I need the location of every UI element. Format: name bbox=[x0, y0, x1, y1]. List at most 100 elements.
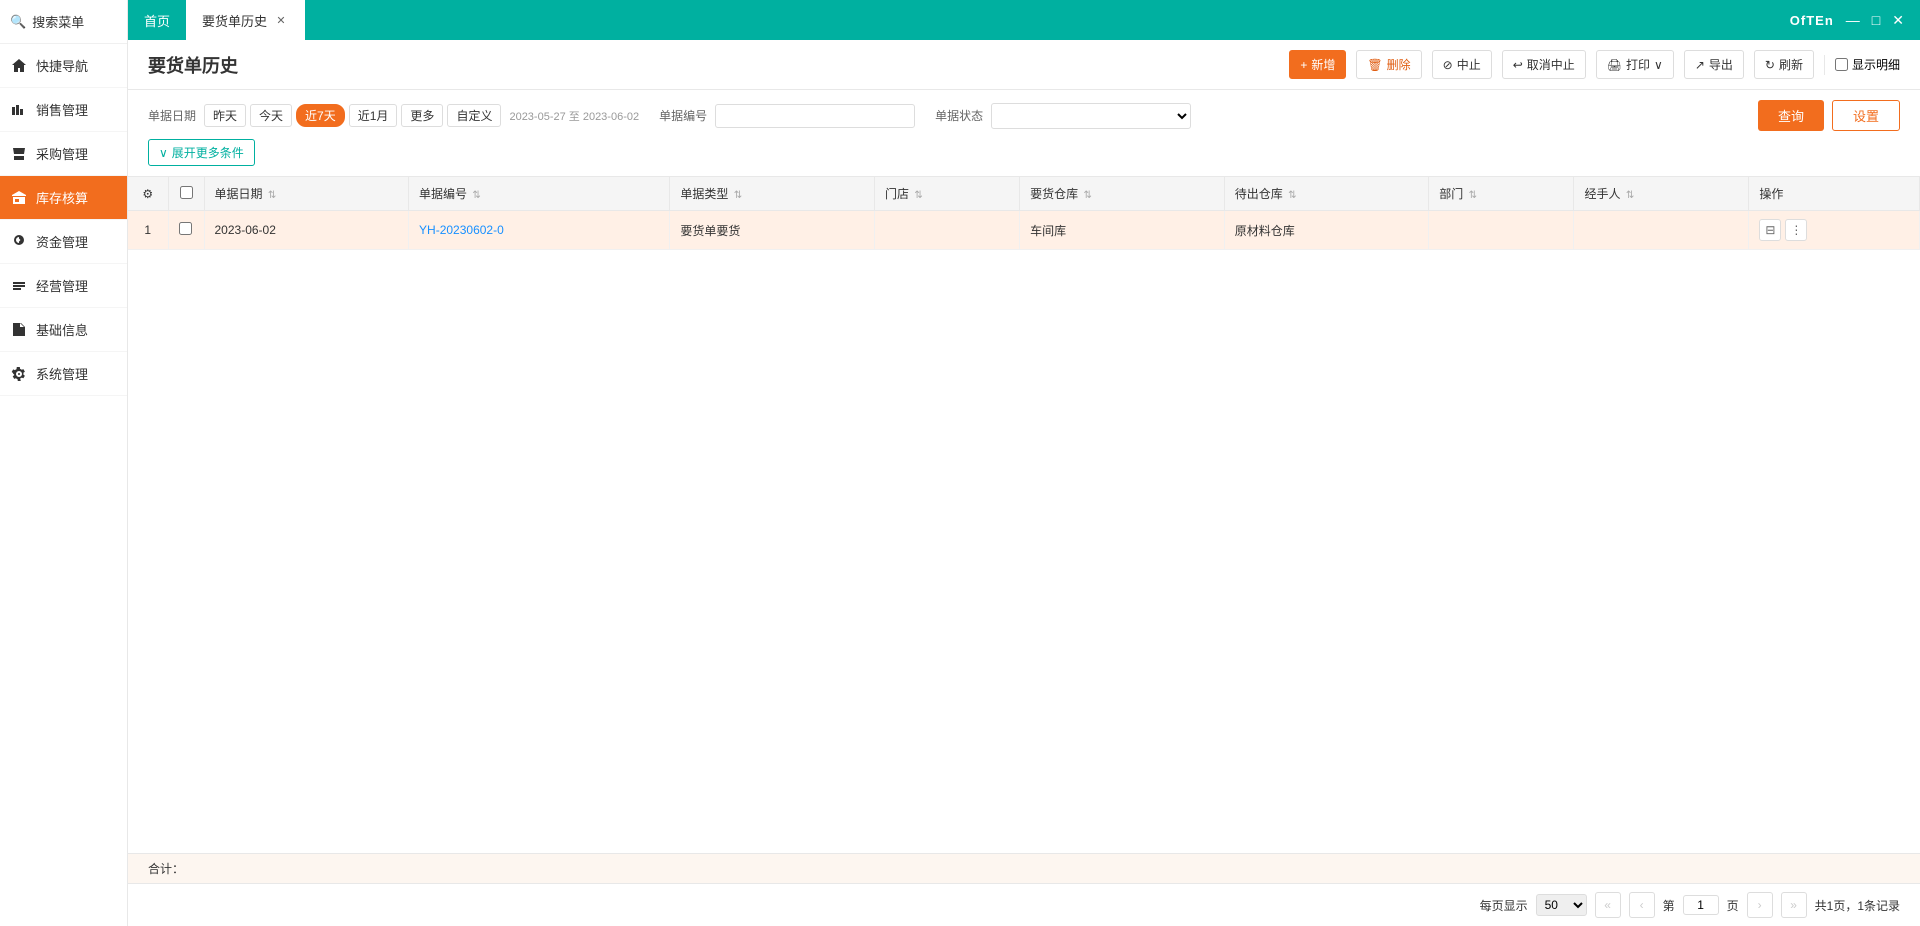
sidebar-item-quick-nav[interactable]: 快捷导航 bbox=[0, 44, 127, 88]
th-department[interactable]: 部门 ⇅ bbox=[1429, 177, 1574, 211]
new-button[interactable]: + 新增 bbox=[1289, 50, 1346, 79]
tab-home[interactable]: 首页 bbox=[128, 0, 186, 40]
topbar: 首页 要货单历史 ✕ OfTEn — □ ✕ bbox=[128, 0, 1920, 40]
refresh-label: 刷新 bbox=[1779, 56, 1803, 73]
sidebar-item-label: 库存核算 bbox=[36, 188, 88, 207]
plus-icon: + bbox=[1300, 58, 1307, 72]
delete-label: 删除 bbox=[1387, 56, 1411, 73]
export-icon: ↗ bbox=[1695, 58, 1705, 72]
page-number-input[interactable] bbox=[1683, 895, 1719, 915]
page-header: 要货单历史 + 新增 🗑 删除 ⊘ 中止 ↩ 取消中止 🖨 打印 ∨ bbox=[128, 40, 1920, 90]
more-action-button[interactable]: ⋮ bbox=[1785, 219, 1807, 241]
window-close-icon[interactable]: ✕ bbox=[1892, 12, 1904, 29]
row-handler bbox=[1574, 211, 1749, 250]
cancel-stop-button[interactable]: ↩ 取消中止 bbox=[1502, 50, 1586, 79]
row-pending-warehouse: 原材料仓库 bbox=[1224, 211, 1429, 250]
delete-button[interactable]: 🗑 删除 bbox=[1356, 50, 1421, 79]
date-filter-btns: 昨天 今天 近7天 近1月 更多 自定义 bbox=[204, 104, 501, 127]
th-req-warehouse-label: 要货仓库 bbox=[1030, 187, 1078, 201]
sidebar-item-label: 经营管理 bbox=[36, 276, 88, 295]
sort-handler-icon: ⇅ bbox=[1626, 190, 1634, 201]
date-filter-group: 单据日期 昨天 今天 近7天 近1月 更多 自定义 2023-05-27 至 2… bbox=[148, 104, 639, 127]
chevron-down-icon: ∨ bbox=[159, 146, 168, 160]
th-bill-type-label: 单据类型 bbox=[680, 187, 728, 201]
finance-icon bbox=[10, 233, 28, 251]
row-select-checkbox[interactable] bbox=[179, 222, 192, 235]
sidebar-search[interactable]: 🔍 搜索菜单 bbox=[0, 0, 127, 44]
page-size-select[interactable]: 10 20 50 100 bbox=[1536, 894, 1587, 916]
print-button[interactable]: 🖨 打印 ∨ bbox=[1596, 50, 1674, 79]
prev-page-button[interactable]: ‹ bbox=[1629, 892, 1655, 918]
settings-button[interactable]: 设置 bbox=[1832, 100, 1900, 131]
first-page-button[interactable]: « bbox=[1595, 892, 1621, 918]
next-page-button[interactable]: › bbox=[1747, 892, 1773, 918]
query-button[interactable]: 查询 bbox=[1758, 100, 1824, 131]
select-all-checkbox[interactable] bbox=[180, 186, 193, 199]
sidebar: 🔍 搜索菜单 快捷导航 销售管理 采购管理 库存核算 资金管理 经 bbox=[0, 0, 128, 926]
print-icon: 🖨 bbox=[1607, 58, 1622, 72]
tab-requisition-history[interactable]: 要货单历史 ✕ bbox=[186, 0, 305, 40]
th-handler[interactable]: 经手人 ⇅ bbox=[1574, 177, 1749, 211]
th-bill-type[interactable]: 单据类型 ⇅ bbox=[670, 177, 875, 211]
tab-home-label: 首页 bbox=[144, 11, 170, 30]
date-btn-7days[interactable]: 近7天 bbox=[296, 104, 345, 127]
column-settings-icon[interactable]: ⚙ bbox=[142, 187, 153, 201]
sidebar-item-operations[interactable]: 经营管理 bbox=[0, 264, 127, 308]
sidebar-item-inventory[interactable]: 库存核算 bbox=[0, 176, 127, 220]
filter-action-btns: 查询 设置 bbox=[1758, 100, 1900, 131]
data-table: ⚙ 单据日期 ⇅ 单据编号 ⇅ 单据类型 ⇅ bbox=[128, 177, 1920, 250]
th-store[interactable]: 门店 ⇅ bbox=[874, 177, 1019, 211]
date-btn-1month[interactable]: 近1月 bbox=[349, 104, 398, 127]
bill-no-link[interactable]: YH-20230602-0 bbox=[419, 223, 504, 237]
th-bill-no[interactable]: 单据编号 ⇅ bbox=[409, 177, 670, 211]
maximize-icon[interactable]: □ bbox=[1872, 12, 1880, 28]
date-btn-yesterday[interactable]: 昨天 bbox=[204, 104, 246, 127]
th-checkbox[interactable] bbox=[168, 177, 204, 211]
th-pending-warehouse[interactable]: 待出仓库 ⇅ bbox=[1224, 177, 1429, 211]
expand-conditions-button[interactable]: ∨ 展开更多条件 bbox=[148, 139, 255, 166]
minimize-icon[interactable]: — bbox=[1846, 12, 1860, 28]
display-detail-input[interactable] bbox=[1835, 58, 1848, 71]
sort-bill-type-icon: ⇅ bbox=[734, 190, 742, 201]
th-date[interactable]: 单据日期 ⇅ bbox=[204, 177, 409, 211]
sidebar-item-label: 采购管理 bbox=[36, 144, 88, 163]
tab-close-icon[interactable]: ✕ bbox=[273, 12, 289, 28]
sidebar-item-label: 基础信息 bbox=[36, 320, 88, 339]
th-settings[interactable]: ⚙ bbox=[128, 177, 168, 211]
stop-button[interactable]: ⊘ 中止 bbox=[1432, 50, 1492, 79]
display-detail-checkbox[interactable]: 显示明细 bbox=[1835, 56, 1900, 73]
th-date-label: 单据日期 bbox=[215, 187, 263, 201]
row-req-warehouse: 车间库 bbox=[1020, 211, 1225, 250]
expand-label: 展开更多条件 bbox=[172, 144, 244, 161]
sidebar-item-basic[interactable]: 基础信息 bbox=[0, 308, 127, 352]
th-req-warehouse[interactable]: 要货仓库 ⇅ bbox=[1020, 177, 1225, 211]
status-select[interactable] bbox=[991, 103, 1191, 129]
bill-no-input[interactable] bbox=[715, 104, 915, 128]
sidebar-item-purchase[interactable]: 采购管理 bbox=[0, 132, 127, 176]
toolbar-divider bbox=[1824, 55, 1825, 75]
export-button[interactable]: ↗ 导出 bbox=[1684, 50, 1744, 79]
sidebar-item-label: 销售管理 bbox=[36, 100, 88, 119]
date-btn-custom[interactable]: 自定义 bbox=[447, 104, 501, 127]
chart-icon bbox=[10, 101, 28, 119]
sidebar-item-finance[interactable]: 资金管理 bbox=[0, 220, 127, 264]
cancel-icon: ↩ bbox=[1513, 58, 1523, 72]
date-btn-today[interactable]: 今天 bbox=[250, 104, 292, 127]
summary-label: 合计： bbox=[148, 862, 184, 876]
row-store bbox=[874, 211, 1019, 250]
th-store-label: 门店 bbox=[885, 187, 909, 201]
row-bill-no[interactable]: YH-20230602-0 bbox=[409, 211, 670, 250]
row-checkbox[interactable] bbox=[168, 211, 204, 250]
refresh-button[interactable]: ↻ 刷新 bbox=[1754, 50, 1814, 79]
home-icon bbox=[10, 57, 28, 75]
date-btn-more[interactable]: 更多 bbox=[401, 104, 443, 127]
sidebar-item-system[interactable]: 系统管理 bbox=[0, 352, 127, 396]
sidebar-search-label: 搜索菜单 bbox=[32, 12, 84, 31]
sidebar-item-sales[interactable]: 销售管理 bbox=[0, 88, 127, 132]
view-icon: ⊟ bbox=[1765, 223, 1775, 237]
last-page-button[interactable]: » bbox=[1781, 892, 1807, 918]
stop-icon: ⊘ bbox=[1443, 58, 1453, 72]
table-row[interactable]: 1 2023-06-02 YH-20230602-0 要货单要货 车间库 原材料… bbox=[128, 211, 1920, 250]
view-action-button[interactable]: ⊟ bbox=[1759, 219, 1781, 241]
action-icons: ⊟ ⋮ bbox=[1759, 219, 1909, 241]
